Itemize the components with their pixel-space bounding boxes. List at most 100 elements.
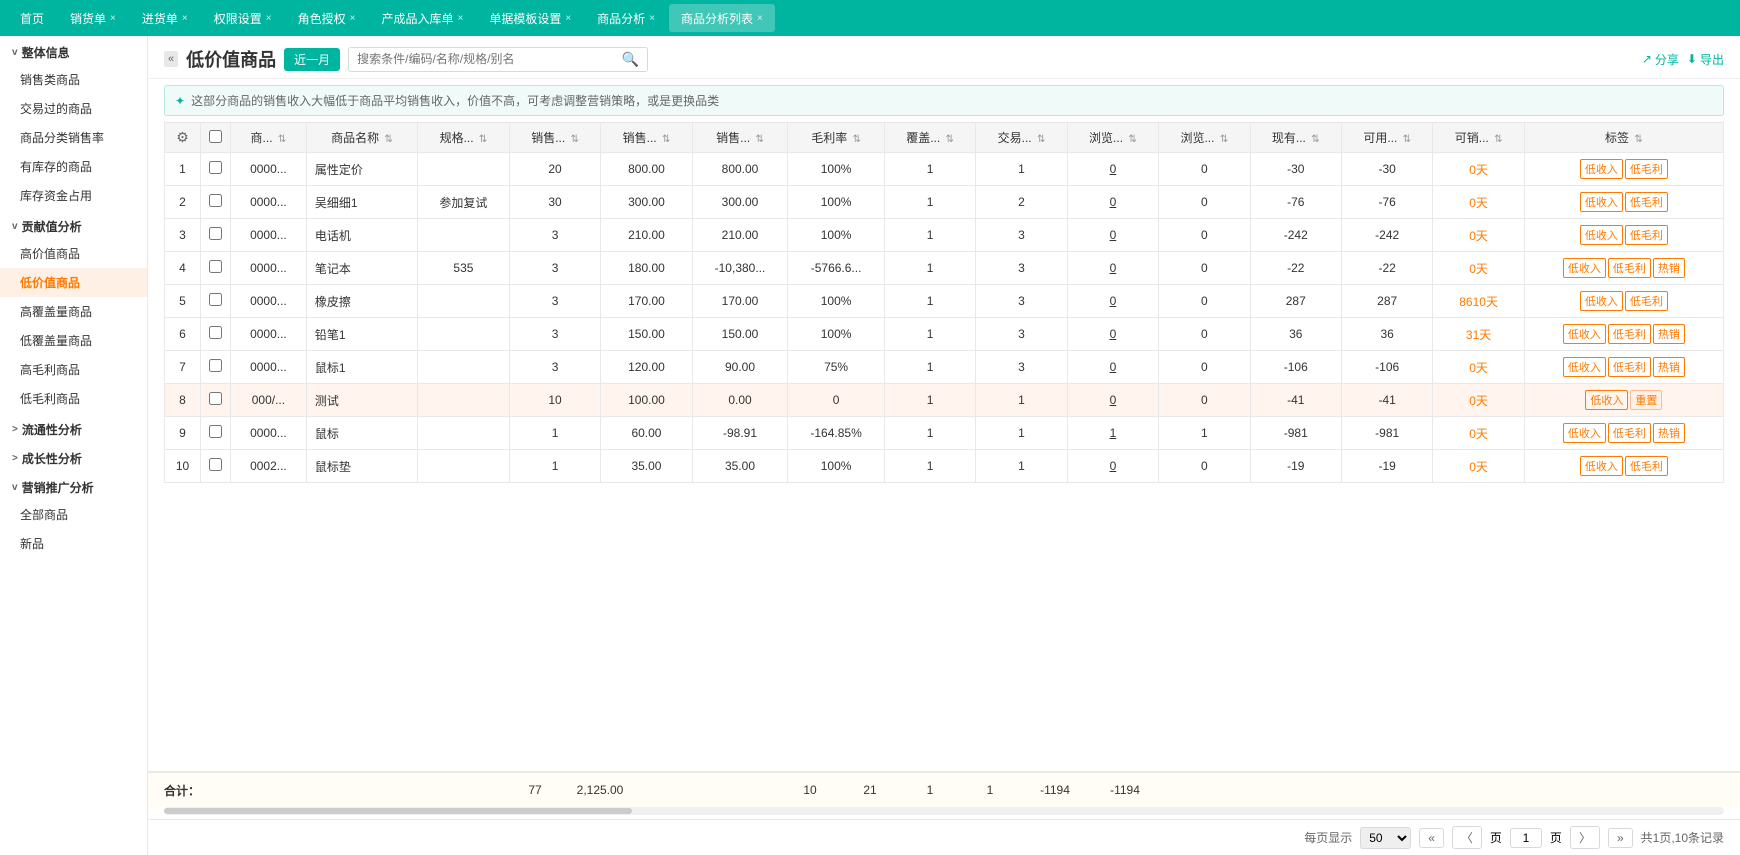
cell-name[interactable]: 铅笔1	[306, 318, 417, 351]
th-gross-rate[interactable]: 毛利率 ⇅	[788, 123, 885, 153]
row-checkbox[interactable]	[209, 392, 222, 405]
select-all-checkbox[interactable]	[209, 130, 222, 143]
browse1-link[interactable]: 0	[1110, 162, 1117, 176]
search-input[interactable]	[357, 52, 616, 66]
first-page-btn[interactable]: «	[1419, 828, 1444, 848]
sidebar-item-低价值商品[interactable]: 低价值商品	[0, 268, 147, 297]
cell-name[interactable]: 属性定价	[306, 153, 417, 186]
nav-close-icon[interactable]: ×	[757, 13, 763, 24]
th-name[interactable]: 商品名称 ⇅	[306, 123, 417, 153]
th-tags[interactable]: 标签 ⇅	[1524, 123, 1723, 153]
cell-check[interactable]	[201, 285, 231, 318]
sidebar-item-销售类商品[interactable]: 销售类商品	[0, 65, 147, 94]
sidebar-item-新品[interactable]: 新品	[0, 529, 147, 558]
cell-check[interactable]	[201, 351, 231, 384]
row-checkbox[interactable]	[209, 425, 222, 438]
cell-browse1[interactable]: 0	[1067, 153, 1158, 186]
th-browse1[interactable]: 浏览... ⇅	[1067, 123, 1158, 153]
nav-item-角色授权[interactable]: 角色授权×	[286, 4, 368, 32]
nav-item-进货单[interactable]: 进货单×	[130, 4, 200, 32]
th-sellable[interactable]: 可销... ⇅	[1433, 123, 1524, 153]
export-btn[interactable]: ⬇ 导出	[1687, 51, 1724, 68]
page-number-input[interactable]	[1510, 828, 1542, 848]
nav-item-首页[interactable]: 首页	[8, 4, 56, 32]
cell-check[interactable]	[201, 417, 231, 450]
cell-name[interactable]: 鼠标垫	[306, 450, 417, 483]
cell-browse1[interactable]: 0	[1067, 450, 1158, 483]
cell-check[interactable]	[201, 450, 231, 483]
sidebar-collapse-btn[interactable]: «	[164, 51, 178, 67]
nav-close-icon[interactable]: ×	[457, 13, 463, 24]
row-checkbox[interactable]	[209, 359, 222, 372]
browse1-link[interactable]: 1	[1110, 426, 1117, 440]
sidebar-item-有库存的商品[interactable]: 有库存的商品	[0, 152, 147, 181]
sidebar-group-流通性分析[interactable]: > 流通性分析	[0, 413, 147, 442]
cell-browse1[interactable]: 0	[1067, 351, 1158, 384]
browse1-link[interactable]: 0	[1110, 261, 1117, 275]
sidebar-item-低覆盖量商品[interactable]: 低覆盖量商品	[0, 326, 147, 355]
nav-item-商品分析列表[interactable]: 商品分析列表×	[669, 4, 775, 32]
cell-name[interactable]: 鼠标1	[306, 351, 417, 384]
browse1-link[interactable]: 0	[1110, 195, 1117, 209]
cell-name[interactable]: 鼠标	[306, 417, 417, 450]
th-check[interactable]	[201, 123, 231, 153]
cell-browse1[interactable]: 0	[1067, 186, 1158, 219]
th-sales-amount[interactable]: 销售... ⇅	[692, 123, 788, 153]
row-checkbox[interactable]	[209, 260, 222, 273]
cell-check[interactable]	[201, 384, 231, 417]
th-code[interactable]: 商... ⇅	[231, 123, 307, 153]
row-checkbox[interactable]	[209, 161, 222, 174]
th-spec[interactable]: 规格... ⇅	[418, 123, 510, 153]
page-size-select[interactable]: 50 100	[1360, 827, 1411, 849]
row-checkbox[interactable]	[209, 293, 222, 306]
last-page-btn[interactable]: »	[1608, 828, 1633, 848]
th-sales-qty[interactable]: 销售... ⇅	[509, 123, 600, 153]
nav-close-icon[interactable]: ×	[649, 13, 655, 24]
cell-name[interactable]: 测试	[306, 384, 417, 417]
row-checkbox[interactable]	[209, 227, 222, 240]
browse1-link[interactable]: 0	[1110, 294, 1117, 308]
table-wrapper[interactable]: ⚙ 商... ⇅ 商品名称 ⇅ 规格... ⇅ 销售... ⇅ 销售... ⇅ …	[164, 122, 1724, 771]
sidebar-group-营销推广分析[interactable]: v 营销推广分析	[0, 471, 147, 500]
th-trade[interactable]: 交易... ⇅	[976, 123, 1067, 153]
cell-browse1[interactable]: 1	[1067, 417, 1158, 450]
th-sales-price[interactable]: 销售... ⇅	[601, 123, 692, 153]
browse1-link[interactable]: 0	[1110, 459, 1117, 473]
nav-item-产成品入库单[interactable]: 产成品入库单×	[369, 4, 475, 32]
cell-browse1[interactable]: 0	[1067, 219, 1158, 252]
nav-close-icon[interactable]: ×	[350, 13, 356, 24]
filter-period-btn[interactable]: 近一月	[284, 48, 340, 71]
sidebar-item-高毛利商品[interactable]: 高毛利商品	[0, 355, 147, 384]
nav-item-商品分析[interactable]: 商品分析×	[585, 4, 667, 32]
th-coverage[interactable]: 覆盖... ⇅	[884, 123, 975, 153]
cell-browse1[interactable]: 0	[1067, 384, 1158, 417]
sidebar-item-全部商品[interactable]: 全部商品	[0, 500, 147, 529]
row-checkbox[interactable]	[209, 326, 222, 339]
sidebar-group-成长性分析[interactable]: > 成长性分析	[0, 442, 147, 471]
sidebar-group-整体信息[interactable]: v 整体信息	[0, 36, 147, 65]
cell-check[interactable]	[201, 318, 231, 351]
cell-name[interactable]: 吴细细1	[306, 186, 417, 219]
share-btn[interactable]: ↗ 分享	[1642, 51, 1679, 68]
browse1-link[interactable]: 0	[1110, 360, 1117, 374]
sidebar-item-高覆盖量商品[interactable]: 高覆盖量商品	[0, 297, 147, 326]
browse1-link[interactable]: 0	[1110, 228, 1117, 242]
next-page-btn[interactable]: 〉	[1570, 826, 1600, 849]
sidebar-group-贡献值分析[interactable]: v 贡献值分析	[0, 210, 147, 239]
nav-item-权限设置[interactable]: 权限设置×	[202, 4, 284, 32]
scrollbar-thumb[interactable]	[164, 808, 632, 814]
cell-check[interactable]	[201, 219, 231, 252]
cell-name[interactable]: 笔记本	[306, 252, 417, 285]
th-current[interactable]: 现有... ⇅	[1250, 123, 1341, 153]
prev-page-btn[interactable]: 〈	[1452, 826, 1482, 849]
nav-close-icon[interactable]: ×	[565, 13, 571, 24]
th-browse2[interactable]: 浏览... ⇅	[1159, 123, 1250, 153]
cell-check[interactable]	[201, 153, 231, 186]
nav-item-单据模板设置[interactable]: 单据模板设置×	[477, 4, 583, 32]
settings-icon[interactable]: ⚙	[176, 129, 189, 145]
row-checkbox[interactable]	[209, 194, 222, 207]
sidebar-item-高价值商品[interactable]: 高价值商品	[0, 239, 147, 268]
cell-name[interactable]: 橡皮擦	[306, 285, 417, 318]
browse1-link[interactable]: 0	[1110, 393, 1117, 407]
search-icon[interactable]: 🔍	[622, 51, 639, 68]
